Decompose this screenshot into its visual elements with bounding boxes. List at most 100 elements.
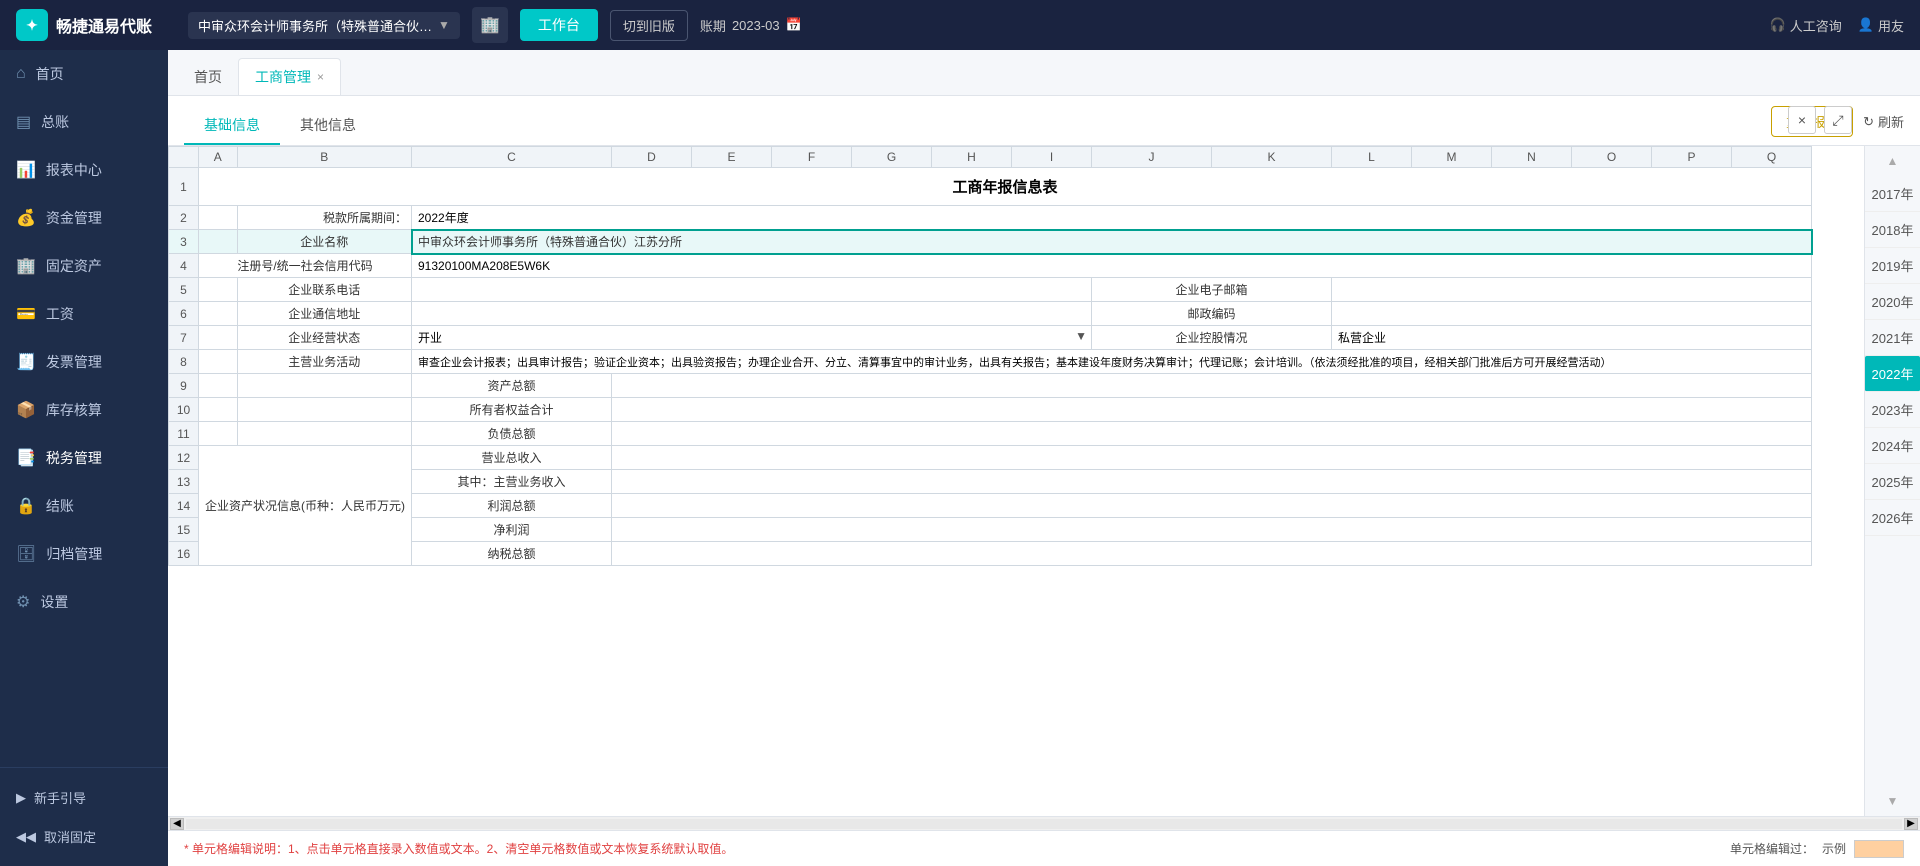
- sidebar-label-reports: 报表中心: [46, 160, 102, 180]
- company-selector[interactable]: 中审众环会计师事务所（特殊普通合伙… ▼: [188, 12, 460, 39]
- year-item-2026[interactable]: 2026年: [1865, 500, 1920, 536]
- year-sidebar: ▲ 2017年 2018年 2019年 2020年 2021年 2022年 20…: [1864, 146, 1920, 816]
- cell-14-label: 利润总额: [412, 494, 612, 518]
- cell-6a[interactable]: [199, 302, 238, 326]
- col-header-j: J: [1092, 147, 1212, 168]
- main-layout: ⌂ 首页 ▤ 总账 📊 报表中心 💰 资金管理 🏢 固定资产 💳 工资: [0, 50, 1920, 866]
- bottom-example: 示例: [1822, 840, 1846, 857]
- cell-8-value[interactable]: 审查企业会计报表；出具审计报告；验证企业资本；出具验资报告；办理企业合开、分立、…: [412, 350, 1812, 374]
- year-item-2023[interactable]: 2023年: [1865, 392, 1920, 428]
- cell-3a[interactable]: [199, 230, 238, 254]
- cell-7-status[interactable]: 开业 ▼: [412, 326, 1092, 350]
- sidebar-item-tax[interactable]: 📑 税务管理: [0, 434, 168, 482]
- unpin-icon: ◀◀: [16, 829, 36, 845]
- h-scroll-track[interactable]: [186, 819, 1902, 829]
- cell-2c[interactable]: 2022年度: [412, 206, 1812, 230]
- cell-9a[interactable]: [199, 374, 238, 398]
- col-header-l: L: [1332, 147, 1412, 168]
- year-item-2024[interactable]: 2024年: [1865, 428, 1920, 464]
- sidebar-item-invoices[interactable]: 🧾 发票管理: [0, 338, 168, 386]
- year-item-2019[interactable]: 2019年: [1865, 248, 1920, 284]
- year-up-icon[interactable]: ▲: [1883, 151, 1903, 171]
- row-num-1: 1: [169, 168, 199, 206]
- cell-11-value[interactable]: [612, 422, 1812, 446]
- cell-9b[interactable]: [237, 374, 411, 398]
- sidebar-item-funds[interactable]: 💰 资金管理: [0, 194, 168, 242]
- year-item-2017[interactable]: 2017年: [1865, 176, 1920, 212]
- cell-6-address[interactable]: [412, 302, 1092, 326]
- year-item-2021[interactable]: 2021年: [1865, 320, 1920, 356]
- tab-other-info[interactable]: 其他信息: [280, 107, 376, 145]
- sidebar-item-settings[interactable]: ⚙ 设置: [0, 578, 168, 626]
- year-item-2022[interactable]: 2022年: [1865, 356, 1920, 392]
- sidebar-item-ledger[interactable]: ▤ 总账: [0, 98, 168, 146]
- cell-7-control[interactable]: 私营企业: [1332, 326, 1812, 350]
- sidebar-item-unpin[interactable]: ◀◀ 取消固定: [0, 817, 168, 856]
- cell-11a[interactable]: [199, 422, 238, 446]
- sidebar-item-closing[interactable]: 🔒 结账: [0, 482, 168, 530]
- calendar-icon[interactable]: 📅: [786, 17, 802, 33]
- cell-13-value[interactable]: [612, 470, 1812, 494]
- sidebar: ⌂ 首页 ▤ 总账 📊 报表中心 💰 资金管理 🏢 固定资产 💳 工资: [0, 50, 168, 866]
- year-item-2018[interactable]: 2018年: [1865, 212, 1920, 248]
- table-row: 8 主营业务活动 审查企业会计报表；出具审计报告；验证企业资本；出具验资报告；办…: [169, 350, 1812, 374]
- cell-5-email[interactable]: [1332, 278, 1812, 302]
- ledger-icon: ▤: [16, 112, 31, 132]
- table-row: 10 所有者权益合计: [169, 398, 1812, 422]
- sidebar-scroll: ⌂ 首页 ▤ 总账 📊 报表中心 💰 资金管理 🏢 固定资产 💳 工资: [0, 50, 168, 767]
- spreadsheet-container[interactable]: A B C D E F G H I J K L: [168, 146, 1864, 816]
- sidebar-item-archive[interactable]: 🗄 归档管理: [0, 530, 168, 578]
- sidebar-item-wages[interactable]: 💳 工资: [0, 290, 168, 338]
- cell-9-value[interactable]: [612, 374, 1812, 398]
- cell-5a[interactable]: [199, 278, 238, 302]
- cell-15-value[interactable]: [612, 518, 1812, 542]
- sidebar-item-guide[interactable]: ▶ 新手引导: [0, 778, 168, 817]
- year-item-2020[interactable]: 2020年: [1865, 284, 1920, 320]
- row-num-15: 15: [169, 518, 199, 542]
- cell-12-value[interactable]: [612, 446, 1812, 470]
- cell-11b[interactable]: [237, 422, 411, 446]
- sidebar-item-assets[interactable]: 🏢 固定资产: [0, 242, 168, 290]
- inner-content: 基础信息 其他信息 重置报表 ↻ 刷新: [168, 96, 1920, 830]
- tab-basic-info[interactable]: 基础信息: [184, 107, 280, 145]
- cell-9-label: 资产总额: [412, 374, 612, 398]
- expand-panel-button[interactable]: ⤢: [1824, 106, 1852, 134]
- col-header-d: D: [612, 147, 692, 168]
- cell-10-value[interactable]: [612, 398, 1812, 422]
- cell-16-value[interactable]: [612, 542, 1812, 566]
- cell-7a[interactable]: [199, 326, 238, 350]
- cell-5-phone[interactable]: [412, 278, 1092, 302]
- cell-8a[interactable]: [199, 350, 238, 374]
- refresh-button[interactable]: ↻ 刷新: [1863, 112, 1904, 131]
- tab-home[interactable]: 首页: [178, 59, 238, 95]
- cell-15-label: 净利润: [412, 518, 612, 542]
- cell-4-value[interactable]: 91320100MA208E5W6K: [412, 254, 1812, 278]
- workbench-button[interactable]: 工作台: [520, 9, 598, 41]
- h-scroll-area[interactable]: ◀ ▶: [168, 816, 1920, 830]
- h-scroll-left-btn[interactable]: ◀: [170, 818, 184, 830]
- cell-10a[interactable]: [199, 398, 238, 422]
- cell-2a[interactable]: [199, 206, 238, 230]
- h-scroll-right-btn[interactable]: ▶: [1904, 818, 1918, 830]
- year-down-icon[interactable]: ▼: [1883, 791, 1903, 811]
- period-area: 账期 2023-03 📅: [700, 16, 802, 35]
- col-header-f: F: [772, 147, 852, 168]
- sidebar-item-reports[interactable]: 📊 报表中心: [0, 146, 168, 194]
- logo-area: ✦ 畅捷通易代账: [16, 9, 176, 41]
- cell-6-zip[interactable]: [1332, 302, 1812, 326]
- tab-commerce[interactable]: 工商管理 ×: [238, 58, 341, 95]
- consult-button[interactable]: 🎧 人工咨询: [1770, 16, 1842, 35]
- sidebar-item-home[interactable]: ⌂ 首页: [0, 50, 168, 98]
- year-item-2025[interactable]: 2025年: [1865, 464, 1920, 500]
- cell-3c-value[interactable]: 中审众环会计师事务所（特殊普通合伙）江苏分所: [412, 230, 1812, 254]
- sidebar-item-inventory[interactable]: 📦 库存核算: [0, 386, 168, 434]
- cell-14-value[interactable]: [612, 494, 1812, 518]
- close-panel-button[interactable]: ×: [1788, 106, 1816, 134]
- user-area[interactable]: 👤 用友: [1858, 16, 1904, 35]
- cell-10b[interactable]: [237, 398, 411, 422]
- tab-close-icon[interactable]: ×: [317, 70, 324, 84]
- old-version-button[interactable]: 切到旧版: [610, 10, 688, 41]
- title-cell[interactable]: 工商年报信息表: [199, 168, 1812, 206]
- company-icon-btn[interactable]: 🏢: [472, 7, 508, 43]
- table-row: 6 企业通信地址 邮政编码: [169, 302, 1812, 326]
